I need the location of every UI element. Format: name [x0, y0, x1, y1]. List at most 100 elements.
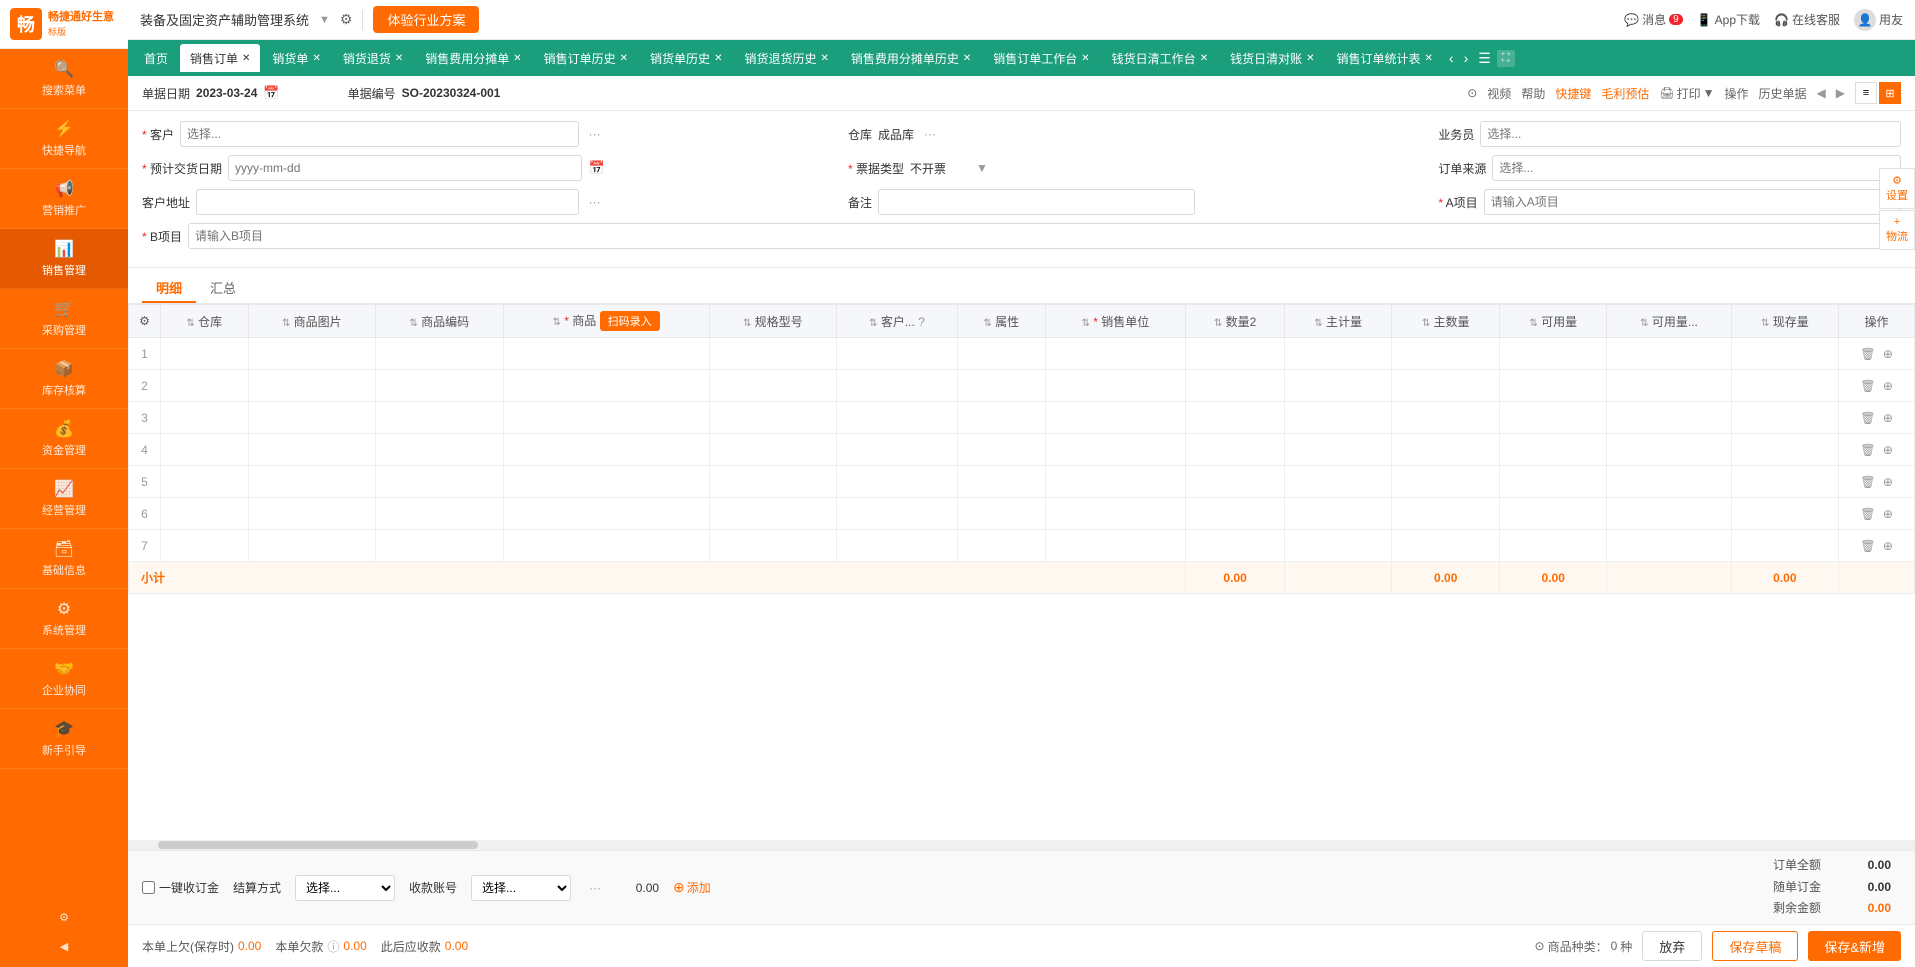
row-current[interactable]	[1731, 466, 1839, 498]
tab-expand-icon[interactable]: ⛶	[1497, 50, 1515, 67]
tab-close-icon[interactable]: ✕	[620, 53, 628, 64]
row-qty2[interactable]	[1186, 498, 1285, 530]
tab-expense-history[interactable]: 销售费用分摊单历史 ✕	[841, 44, 981, 72]
row-available2[interactable]	[1607, 466, 1731, 498]
date-value[interactable]: 2023-03-24	[196, 86, 257, 100]
sidebar-collapse-btn[interactable]: ◀	[0, 934, 128, 959]
tab-close-icon[interactable]: ✕	[395, 53, 403, 64]
save-new-button[interactable]: 保存&新增	[1808, 931, 1901, 961]
row-attr[interactable]	[957, 338, 1045, 370]
col-attr[interactable]: ⇅ 属性	[957, 305, 1045, 338]
row-current[interactable]	[1731, 402, 1839, 434]
account-select[interactable]: 选择...	[471, 875, 571, 901]
row-qty2[interactable]	[1186, 370, 1285, 402]
delete-icon[interactable]: 🗑	[1860, 347, 1875, 361]
tab-close-icon[interactable]: ✕	[963, 53, 971, 64]
row-available2[interactable]	[1607, 434, 1731, 466]
row-image[interactable]	[248, 338, 375, 370]
col-setting[interactable]: ⚙	[129, 305, 161, 338]
row-action[interactable]: 🗑 ⊕	[1839, 466, 1915, 498]
message-item[interactable]: 💬 消息 9	[1624, 11, 1683, 28]
row-unit[interactable]	[1045, 338, 1186, 370]
row-customer-code[interactable]	[837, 402, 958, 434]
col-customer-code[interactable]: ⇅ 客户... ?	[837, 305, 958, 338]
row-current[interactable]	[1731, 530, 1839, 562]
tab-sales-slip[interactable]: 销货单 ✕	[262, 44, 330, 72]
row-customer-code[interactable]	[837, 466, 958, 498]
row-unit[interactable]	[1045, 370, 1186, 402]
row-image[interactable]	[248, 498, 375, 530]
row-main-unit[interactable]	[1284, 434, 1392, 466]
copy-icon[interactable]: ⊕	[1883, 443, 1893, 457]
row-code[interactable]	[376, 466, 503, 498]
row-available[interactable]	[1499, 338, 1607, 370]
copy-icon[interactable]: ⊕	[1883, 539, 1893, 553]
tab-summary[interactable]: 汇总	[196, 274, 250, 303]
row-warehouse[interactable]	[161, 530, 249, 562]
delete-icon[interactable]: 🗑	[1860, 411, 1875, 425]
col-code[interactable]: ⇅ 商品编码	[376, 305, 503, 338]
row-product[interactable]	[503, 434, 709, 466]
sidebar-item-system[interactable]: ⚙ 系统管理	[0, 589, 128, 649]
tab-close-icon[interactable]: ✕	[312, 53, 320, 64]
address-more-icon[interactable]: ···	[585, 195, 605, 209]
invoice-value[interactable]: 不开票	[910, 160, 970, 177]
b-project-input[interactable]	[188, 223, 1901, 249]
row-code[interactable]	[376, 498, 503, 530]
row-code[interactable]	[376, 338, 503, 370]
delete-icon[interactable]: 🗑	[1860, 443, 1875, 457]
row-spec[interactable]	[709, 466, 836, 498]
help-button[interactable]: 帮助	[1521, 85, 1545, 102]
row-product[interactable]	[503, 338, 709, 370]
logistics-float-btn[interactable]: + 物流	[1879, 210, 1915, 250]
sidebar-item-marketing[interactable]: 📢 营销推广	[0, 169, 128, 229]
row-main-qty[interactable]	[1392, 498, 1500, 530]
row-current[interactable]	[1731, 498, 1839, 530]
settings-gear-icon[interactable]: ⚙	[340, 11, 353, 28]
row-available[interactable]	[1499, 434, 1607, 466]
row-qty2[interactable]	[1186, 530, 1285, 562]
row-main-unit[interactable]	[1284, 466, 1392, 498]
tab-detail[interactable]: 明细	[142, 274, 196, 303]
row-image[interactable]	[248, 434, 375, 466]
copy-icon[interactable]: ⊕	[1883, 475, 1893, 489]
tab-close-icon[interactable]: ✕	[242, 53, 250, 64]
app-download-item[interactable]: 📱 App下载	[1697, 11, 1760, 28]
row-spec[interactable]	[709, 370, 836, 402]
customer-more-icon[interactable]: ···	[585, 127, 605, 141]
row-action[interactable]: 🗑 ⊕	[1839, 402, 1915, 434]
settings-float-btn[interactable]: ⚙ 设置	[1879, 168, 1915, 209]
copy-icon[interactable]: ⊕	[1883, 347, 1893, 361]
sidebar-item-inventory[interactable]: 📦 库存核算	[0, 349, 128, 409]
copy-icon[interactable]: ⊕	[1883, 507, 1893, 521]
row-product[interactable]	[503, 370, 709, 402]
row-product[interactable]	[503, 466, 709, 498]
delivery-calendar-icon[interactable]: 📅	[588, 160, 604, 176]
row-unit[interactable]	[1045, 402, 1186, 434]
col-main-qty[interactable]: ⇅ 主数量	[1392, 305, 1500, 338]
row-available2[interactable]	[1607, 370, 1731, 402]
tab-order-stats[interactable]: 销售订单统计表 ✕	[1326, 44, 1442, 72]
operate-button[interactable]: 操作	[1725, 85, 1749, 102]
row-customer-code[interactable]	[837, 370, 958, 402]
row-attr[interactable]	[957, 466, 1045, 498]
row-current[interactable]	[1731, 370, 1839, 402]
row-customer-code[interactable]	[837, 530, 958, 562]
row-unit[interactable]	[1045, 498, 1186, 530]
tab-daily-workbench[interactable]: 钱货日清工作台 ✕	[1102, 44, 1218, 72]
row-unit[interactable]	[1045, 530, 1186, 562]
row-main-unit[interactable]	[1284, 530, 1392, 562]
tab-close-icon[interactable]: ✕	[1425, 53, 1433, 64]
row-action[interactable]: 🗑 ⊕	[1839, 370, 1915, 402]
sidebar-item-sales[interactable]: 📊 销售管理	[0, 229, 128, 289]
row-current[interactable]	[1731, 338, 1839, 370]
row-image[interactable]	[248, 402, 375, 434]
scan-button[interactable]: 扫码录入	[600, 311, 660, 331]
address-input[interactable]	[196, 189, 579, 215]
row-action[interactable]: 🗑 ⊕	[1839, 434, 1915, 466]
warehouse-more-icon[interactable]: ···	[920, 127, 940, 141]
row-image[interactable]	[248, 466, 375, 498]
account-more-icon[interactable]: ···	[585, 881, 605, 895]
discard-button[interactable]: 放弃	[1642, 931, 1702, 961]
row-spec[interactable]	[709, 530, 836, 562]
